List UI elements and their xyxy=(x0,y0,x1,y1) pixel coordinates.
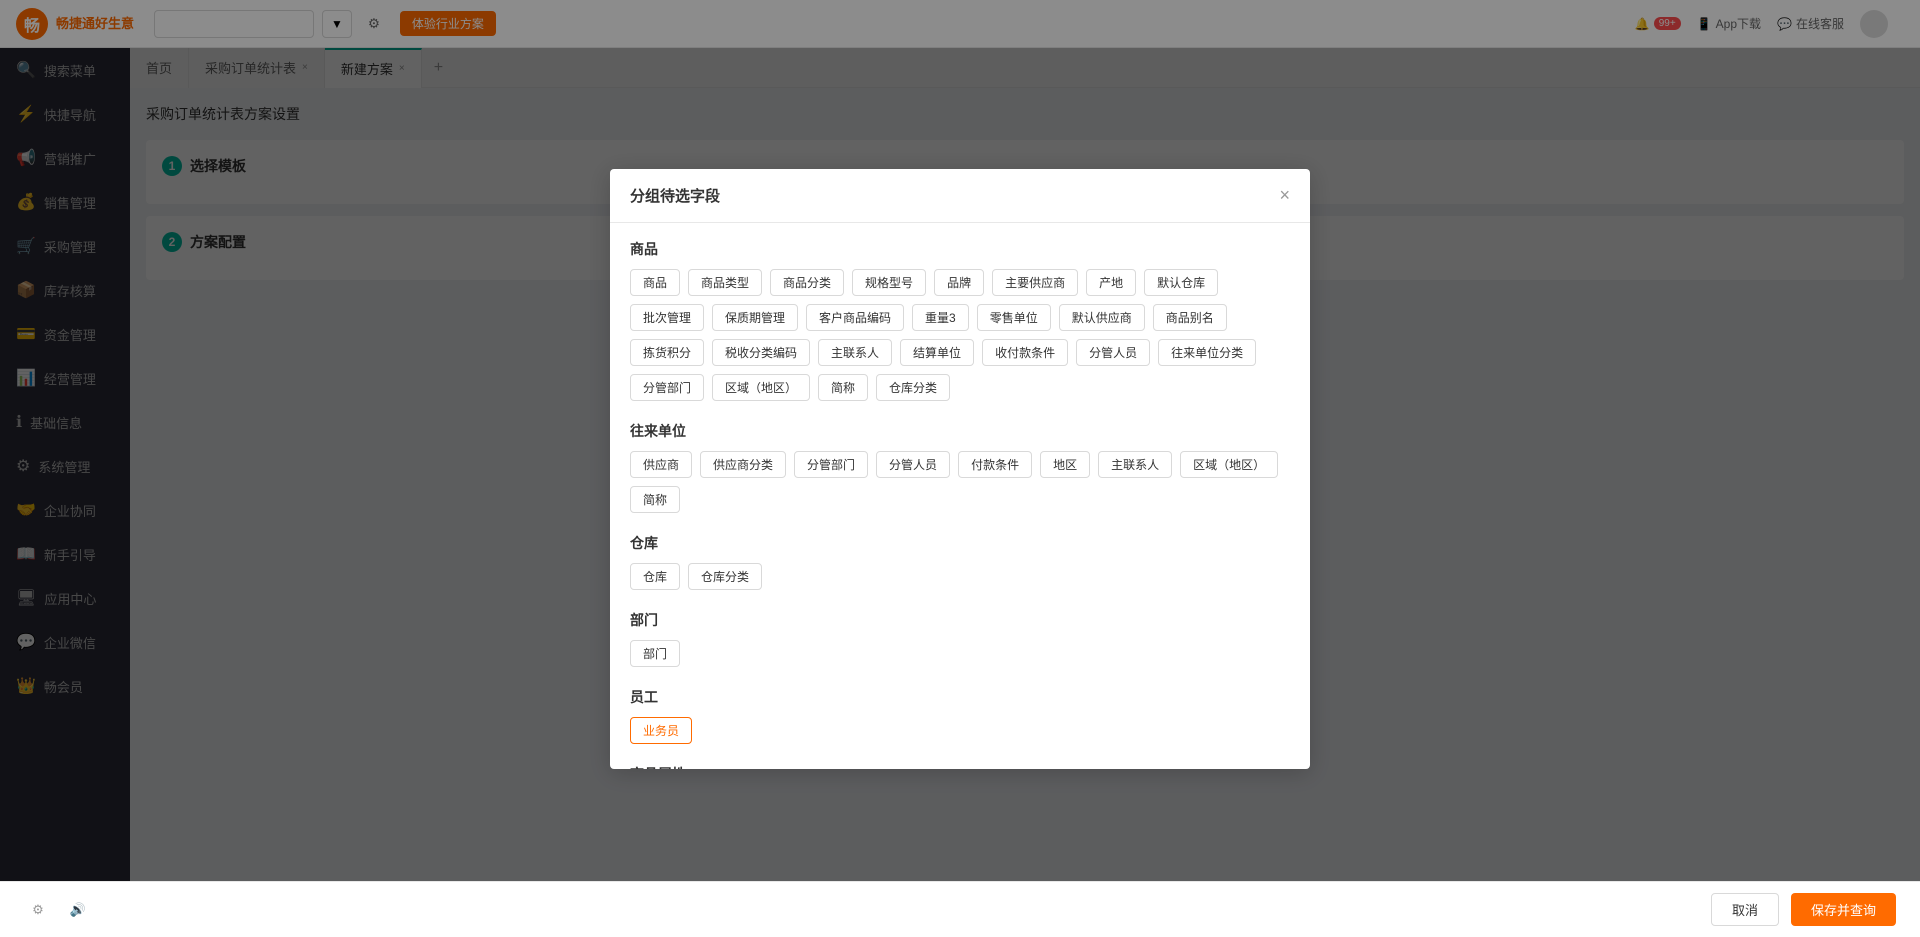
tag-goods-8[interactable]: 批次管理 xyxy=(630,304,704,331)
tag-goods-22[interactable]: 分管部门 xyxy=(630,374,704,401)
tag-goods-24[interactable]: 简称 xyxy=(818,374,868,401)
section-staff: 员工 业务员 xyxy=(630,687,1290,744)
tag-goods-23[interactable]: 区域（地区） xyxy=(712,374,810,401)
volume-bottom-icon[interactable]: 🔊 xyxy=(64,896,92,924)
bottom-right: 取消 保存并查询 xyxy=(1711,893,1896,926)
section-staff-tags: 业务员 xyxy=(630,717,1290,744)
settings-bottom-icon[interactable]: ⚙ xyxy=(24,896,52,924)
cancel-button[interactable]: 取消 xyxy=(1711,893,1779,926)
section-goods-title: 商品 xyxy=(630,239,1290,259)
tag-goods-10[interactable]: 客户商品编码 xyxy=(806,304,904,331)
section-partner-title: 往来单位 xyxy=(630,421,1290,441)
tag-goods-21[interactable]: 往来单位分类 xyxy=(1158,339,1256,366)
section-warehouse-tags: 仓库 仓库分类 xyxy=(630,563,1290,590)
tag-partner-3[interactable]: 分管人员 xyxy=(876,451,950,478)
tag-goods-17[interactable]: 主联系人 xyxy=(818,339,892,366)
tag-partner-2[interactable]: 分管部门 xyxy=(794,451,868,478)
tag-goods-19[interactable]: 收付款条件 xyxy=(982,339,1068,366)
tag-staff-0[interactable]: 业务员 xyxy=(630,717,692,744)
tag-partner-1[interactable]: 供应商分类 xyxy=(700,451,786,478)
section-attr: 商品属性 属性 颜色 多规格 尺码 鞋码 1 xyxy=(630,764,1290,769)
tag-goods-12[interactable]: 零售单位 xyxy=(977,304,1051,331)
modal-header: 分组待选字段 × xyxy=(610,169,1310,223)
modal-close-btn[interactable]: × xyxy=(1279,185,1290,206)
bottom-bar: ⚙ 🔊 取消 保存并查询 xyxy=(0,881,1920,937)
modal-body: 商品 商品 商品类型 商品分类 规格型号 品牌 主要供应商 产地 默认仓库 批次… xyxy=(610,223,1310,769)
modal-overlay: 分组待选字段 × 商品 商品 商品类型 商品分类 规格型号 品牌 主要供应商 产… xyxy=(0,0,1920,937)
tag-partner-5[interactable]: 地区 xyxy=(1040,451,1090,478)
section-partner-tags: 供应商 供应商分类 分管部门 分管人员 付款条件 地区 主联系人 区域（地区） … xyxy=(630,451,1290,513)
tag-dept-0[interactable]: 部门 xyxy=(630,640,680,667)
tag-goods-13[interactable]: 默认供应商 xyxy=(1059,304,1145,331)
tag-goods-4[interactable]: 品牌 xyxy=(934,269,984,296)
tag-goods-1[interactable]: 商品类型 xyxy=(688,269,762,296)
tag-goods-3[interactable]: 规格型号 xyxy=(852,269,926,296)
tag-goods-5[interactable]: 主要供应商 xyxy=(992,269,1078,296)
tag-warehouse-0[interactable]: 仓库 xyxy=(630,563,680,590)
bottom-left: ⚙ 🔊 xyxy=(24,896,92,924)
section-dept-tags: 部门 xyxy=(630,640,1290,667)
tag-goods-0[interactable]: 商品 xyxy=(630,269,680,296)
tag-goods-6[interactable]: 产地 xyxy=(1086,269,1136,296)
section-warehouse: 仓库 仓库 仓库分类 xyxy=(630,533,1290,590)
tag-warehouse-1[interactable]: 仓库分类 xyxy=(688,563,762,590)
tag-partner-7[interactable]: 区域（地区） xyxy=(1180,451,1278,478)
section-staff-title: 员工 xyxy=(630,687,1290,707)
section-partner: 往来单位 供应商 供应商分类 分管部门 分管人员 付款条件 地区 主联系人 区域… xyxy=(630,421,1290,513)
tag-goods-20[interactable]: 分管人员 xyxy=(1076,339,1150,366)
tag-partner-6[interactable]: 主联系人 xyxy=(1098,451,1172,478)
tag-goods-2[interactable]: 商品分类 xyxy=(770,269,844,296)
tag-partner-4[interactable]: 付款条件 xyxy=(958,451,1032,478)
section-dept: 部门 部门 xyxy=(630,610,1290,667)
tag-goods-9[interactable]: 保质期管理 xyxy=(712,304,798,331)
section-goods-tags: 商品 商品类型 商品分类 规格型号 品牌 主要供应商 产地 默认仓库 批次管理 … xyxy=(630,269,1290,401)
tag-goods-16[interactable]: 税收分类编码 xyxy=(712,339,810,366)
tag-goods-15[interactable]: 拣货积分 xyxy=(630,339,704,366)
section-goods: 商品 商品 商品类型 商品分类 规格型号 品牌 主要供应商 产地 默认仓库 批次… xyxy=(630,239,1290,401)
section-dept-title: 部门 xyxy=(630,610,1290,630)
tag-partner-0[interactable]: 供应商 xyxy=(630,451,692,478)
tag-goods-7[interactable]: 默认仓库 xyxy=(1144,269,1218,296)
field-select-modal: 分组待选字段 × 商品 商品 商品类型 商品分类 规格型号 品牌 主要供应商 产… xyxy=(610,169,1310,769)
tag-goods-25[interactable]: 仓库分类 xyxy=(876,374,950,401)
modal-title: 分组待选字段 xyxy=(630,185,720,206)
section-attr-title: 商品属性 xyxy=(630,764,1290,769)
tag-goods-18[interactable]: 结算单位 xyxy=(900,339,974,366)
tag-partner-8[interactable]: 简称 xyxy=(630,486,680,513)
section-warehouse-title: 仓库 xyxy=(630,533,1290,553)
save-button[interactable]: 保存并查询 xyxy=(1791,893,1896,926)
tag-goods-14[interactable]: 商品别名 xyxy=(1153,304,1227,331)
tag-goods-11[interactable]: 重量3 xyxy=(912,304,969,331)
